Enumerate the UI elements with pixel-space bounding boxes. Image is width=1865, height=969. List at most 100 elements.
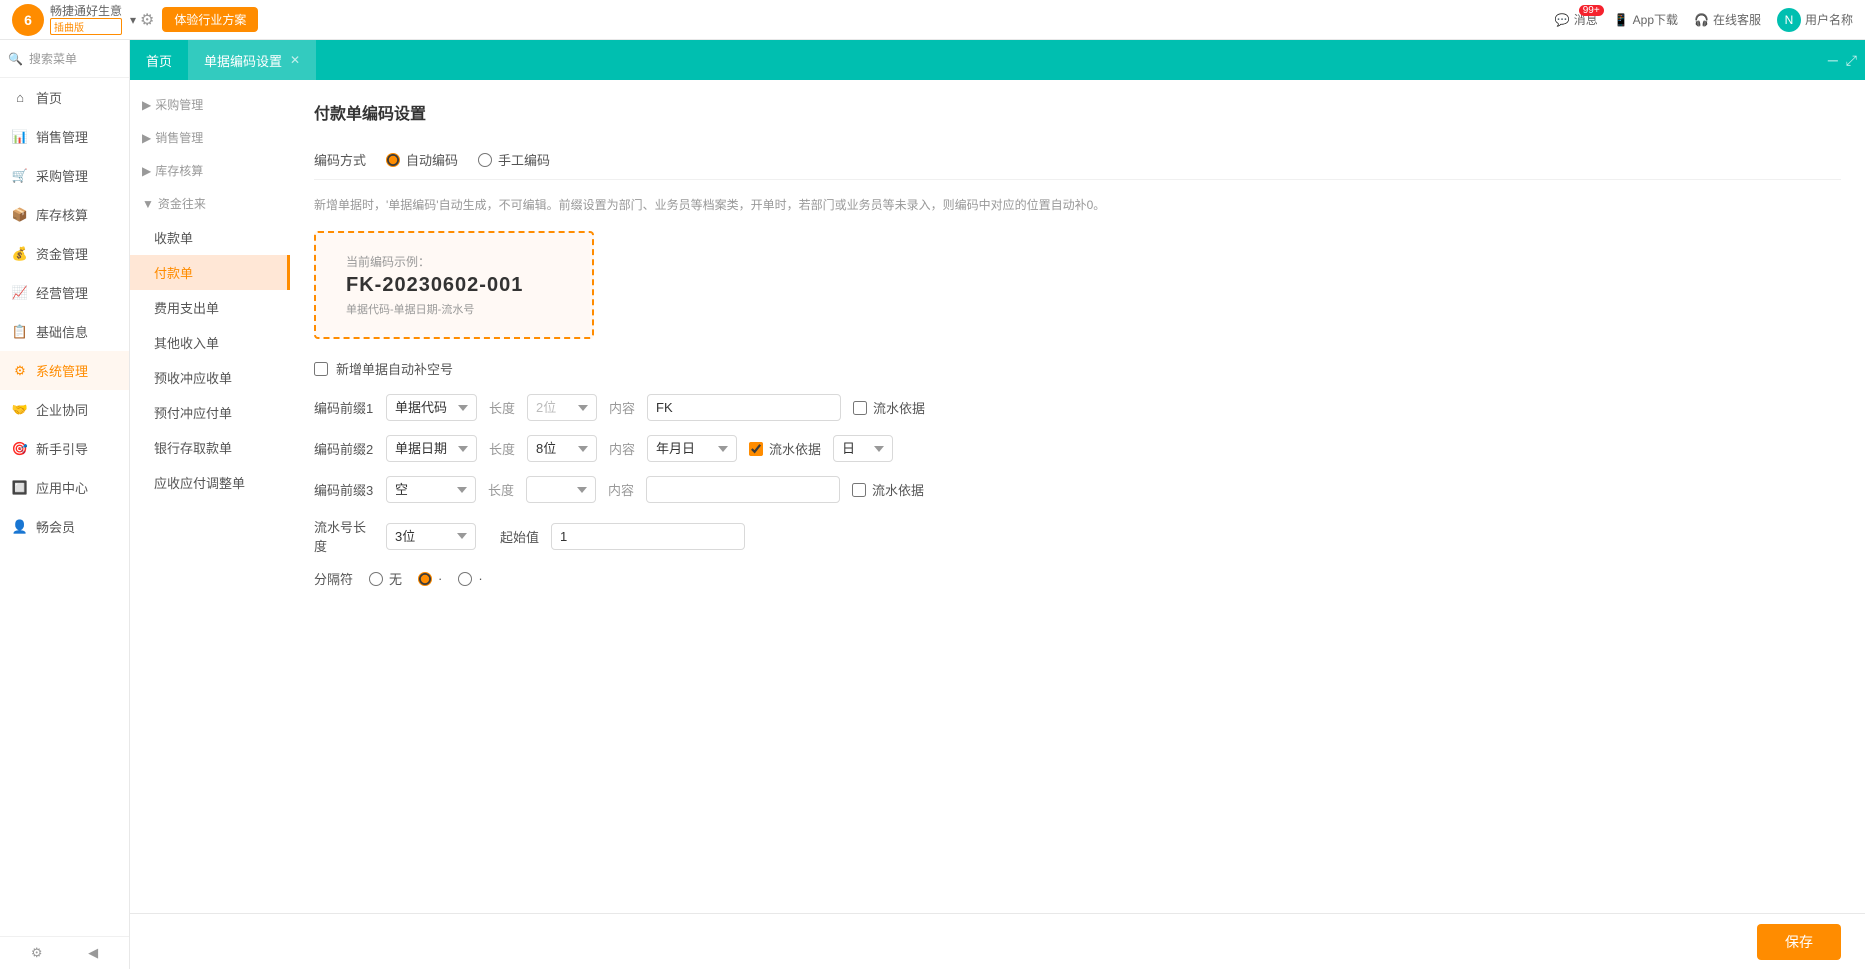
- subnav-expense[interactable]: 费用支出单: [130, 290, 290, 325]
- subnav-prepay-payable[interactable]: 预付冲应付单: [130, 395, 290, 430]
- subnav-prepay-receivable[interactable]: 预收冲应收单: [130, 360, 290, 395]
- prefix3-content-input[interactable]: [646, 476, 840, 503]
- sidebar-item-home[interactable]: ⌂ 首页: [0, 78, 129, 117]
- page-content: 付款单编码设置 编码方式 自动编码 手工编码: [290, 80, 1865, 913]
- inventory-icon: 📦: [12, 207, 28, 223]
- serial-start-input[interactable]: [551, 523, 745, 550]
- tab-close-icon[interactable]: ✕: [290, 53, 300, 67]
- sidebar-item-apps[interactable]: 🔲 应用中心: [0, 468, 129, 507]
- prefix2-content-select[interactable]: 年月日: [647, 435, 737, 462]
- sidebar-item-inventory[interactable]: 📦 库存核算: [0, 195, 129, 234]
- tab-bar: 首页 单据编码设置 ✕ ─ ⤢: [130, 40, 1865, 80]
- sidebar-collapse-icon[interactable]: ◀: [88, 945, 98, 961]
- bottom-bar: 保存: [130, 913, 1865, 969]
- sidebar-search[interactable]: 🔍 搜索菜单: [0, 40, 129, 78]
- top-nav[interactable]: ▾ ⚙: [130, 10, 154, 30]
- prefix3-select[interactable]: 空: [386, 476, 476, 503]
- app-icon: 📱: [1614, 13, 1629, 27]
- settings-icon[interactable]: ⚙: [140, 10, 154, 30]
- app-download-btn[interactable]: 📱 App下载: [1614, 11, 1678, 28]
- sidebar-item-member[interactable]: 👤 畅会员: [0, 507, 129, 546]
- prefix2-serial-checkbox[interactable]: [749, 442, 763, 456]
- subnav-inventory-arrow: ▶: [142, 164, 151, 178]
- sidebar-item-label-purchase: 采购管理: [36, 166, 88, 185]
- sidebar-item-label-system: 系统管理: [36, 361, 88, 380]
- sidebar-item-label-inventory: 库存核算: [36, 205, 88, 224]
- separator-row: 分隔符 无 · ·: [314, 569, 1841, 588]
- prefix3-content-label: 内容: [608, 480, 634, 499]
- prefix2-serial-check: 流水依据: [749, 439, 821, 458]
- sidebar-item-label-operations: 经营管理: [36, 283, 88, 302]
- tab-minimize-icon[interactable]: ─: [1828, 52, 1838, 68]
- main-layout: 🔍 搜索菜单 ⌂ 首页 📊 销售管理 🛒 采购管理 📦 库存核算 💰 资金管理 …: [0, 40, 1865, 969]
- sidebar-item-guide[interactable]: 🎯 新手引导: [0, 429, 129, 468]
- manual-code-radio[interactable]: [478, 153, 492, 167]
- top-bar: 6 畅捷通好生意 插曲版 ▾ ⚙ 体验行业方案 💬 消息 99+ 📱 App下载…: [0, 0, 1865, 40]
- subnav-sales[interactable]: ▶ 销售管理: [130, 121, 290, 154]
- app-label: App下载: [1633, 11, 1678, 28]
- subnav-purchase[interactable]: ▶ 采购管理: [130, 88, 290, 121]
- sidebar-item-base[interactable]: 📋 基础信息: [0, 312, 129, 351]
- brand-info: 畅捷通好生意 插曲版: [50, 4, 122, 35]
- prefix3-row: 编码前缀3 空 长度 内容 流水依据: [314, 476, 1841, 503]
- tab-home[interactable]: 首页: [130, 40, 188, 80]
- subnav-capital-label: 资金往来: [158, 195, 206, 212]
- sep-dot-radio[interactable]: [418, 572, 432, 586]
- tab-home-label: 首页: [146, 51, 172, 70]
- tab-document-code[interactable]: 单据编码设置 ✕: [188, 40, 316, 80]
- auto-code-option[interactable]: 自动编码: [386, 150, 458, 169]
- sidebar-item-sales[interactable]: 📊 销售管理: [0, 117, 129, 156]
- sidebar-item-operations[interactable]: 📈 经营管理: [0, 273, 129, 312]
- sidebar-item-finance[interactable]: 💰 资金管理: [0, 234, 129, 273]
- prefix1-select[interactable]: 单据代码: [386, 394, 477, 421]
- message-btn[interactable]: 💬 消息 99+: [1555, 11, 1598, 28]
- sidebar-gear-icon[interactable]: ⚙: [31, 945, 43, 961]
- manual-code-option[interactable]: 手工编码: [478, 150, 550, 169]
- search-label: 搜索菜单: [29, 50, 77, 67]
- user-avatar[interactable]: N 用户名称: [1777, 8, 1853, 32]
- subnav-other-income-label: 其他收入单: [154, 333, 219, 352]
- prefix2-select[interactable]: 单据日期: [386, 435, 477, 462]
- subnav-payment[interactable]: 付款单: [130, 255, 290, 290]
- preview-code: FK-20230602-001: [346, 274, 562, 297]
- serial-length-select[interactable]: 3位: [386, 523, 476, 550]
- prefix3-serial-checkbox[interactable]: [852, 483, 866, 497]
- subnav-payment-label: 付款单: [154, 263, 193, 282]
- subnav-inventory[interactable]: ▶ 库存核算: [130, 154, 290, 187]
- prefix3-serial-check: 流水依据: [852, 480, 924, 499]
- subnav-other-income[interactable]: 其他收入单: [130, 325, 290, 360]
- subnav-prepay-receivable-label: 预收冲应收单: [154, 368, 232, 387]
- sidebar-item-label-home: 首页: [36, 88, 62, 107]
- message-badge: 99+: [1579, 5, 1604, 16]
- sep-dash-radio[interactable]: [458, 572, 472, 586]
- sidebar-item-enterprise[interactable]: 🤝 企业协同: [0, 390, 129, 429]
- prefix2-length-select[interactable]: 8位: [527, 435, 597, 462]
- prefix1-serial-checkbox[interactable]: [853, 401, 867, 415]
- auto-code-radio[interactable]: [386, 153, 400, 167]
- serial-length-label: 流水号长度: [314, 517, 374, 555]
- subnav-inventory-label: 库存核算: [155, 162, 203, 179]
- prefix1-content-input[interactable]: [647, 394, 841, 421]
- sidebar-item-purchase[interactable]: 🛒 采购管理: [0, 156, 129, 195]
- service-icon: 🎧: [1694, 13, 1709, 27]
- prefix1-length-select[interactable]: 2位: [527, 394, 597, 421]
- sep-dot-option[interactable]: ·: [418, 571, 442, 586]
- auto-fill-checkbox[interactable]: [314, 362, 328, 376]
- prefix3-length-select[interactable]: [526, 476, 596, 503]
- save-button[interactable]: 保存: [1757, 924, 1841, 960]
- industry-btn[interactable]: 体验行业方案: [162, 7, 258, 32]
- subnav-bank[interactable]: 银行存取款单: [130, 430, 290, 465]
- code-method-row: 编码方式 自动编码 手工编码: [314, 140, 1841, 180]
- sep-none-radio[interactable]: [369, 572, 383, 586]
- sidebar-item-system[interactable]: ⚙ 系统管理: [0, 351, 129, 390]
- subnav-receipt[interactable]: 收款单: [130, 220, 290, 255]
- sep-dash-option[interactable]: ·: [458, 571, 482, 586]
- tab-expand-icon[interactable]: ⤢: [1846, 52, 1857, 69]
- sep-none-option[interactable]: 无: [369, 569, 402, 588]
- subnav-prepay-payable-label: 预付冲应付单: [154, 403, 232, 422]
- online-service-btn[interactable]: 🎧 在线客服: [1694, 11, 1761, 28]
- subnav-adjust[interactable]: 应收应付调整单: [130, 465, 290, 500]
- prefix2-serial-unit-select[interactable]: 日: [833, 435, 893, 462]
- subnav-capital[interactable]: ▼ 资金往来: [130, 187, 290, 220]
- nav-dropdown-arrow[interactable]: ▾: [130, 13, 136, 27]
